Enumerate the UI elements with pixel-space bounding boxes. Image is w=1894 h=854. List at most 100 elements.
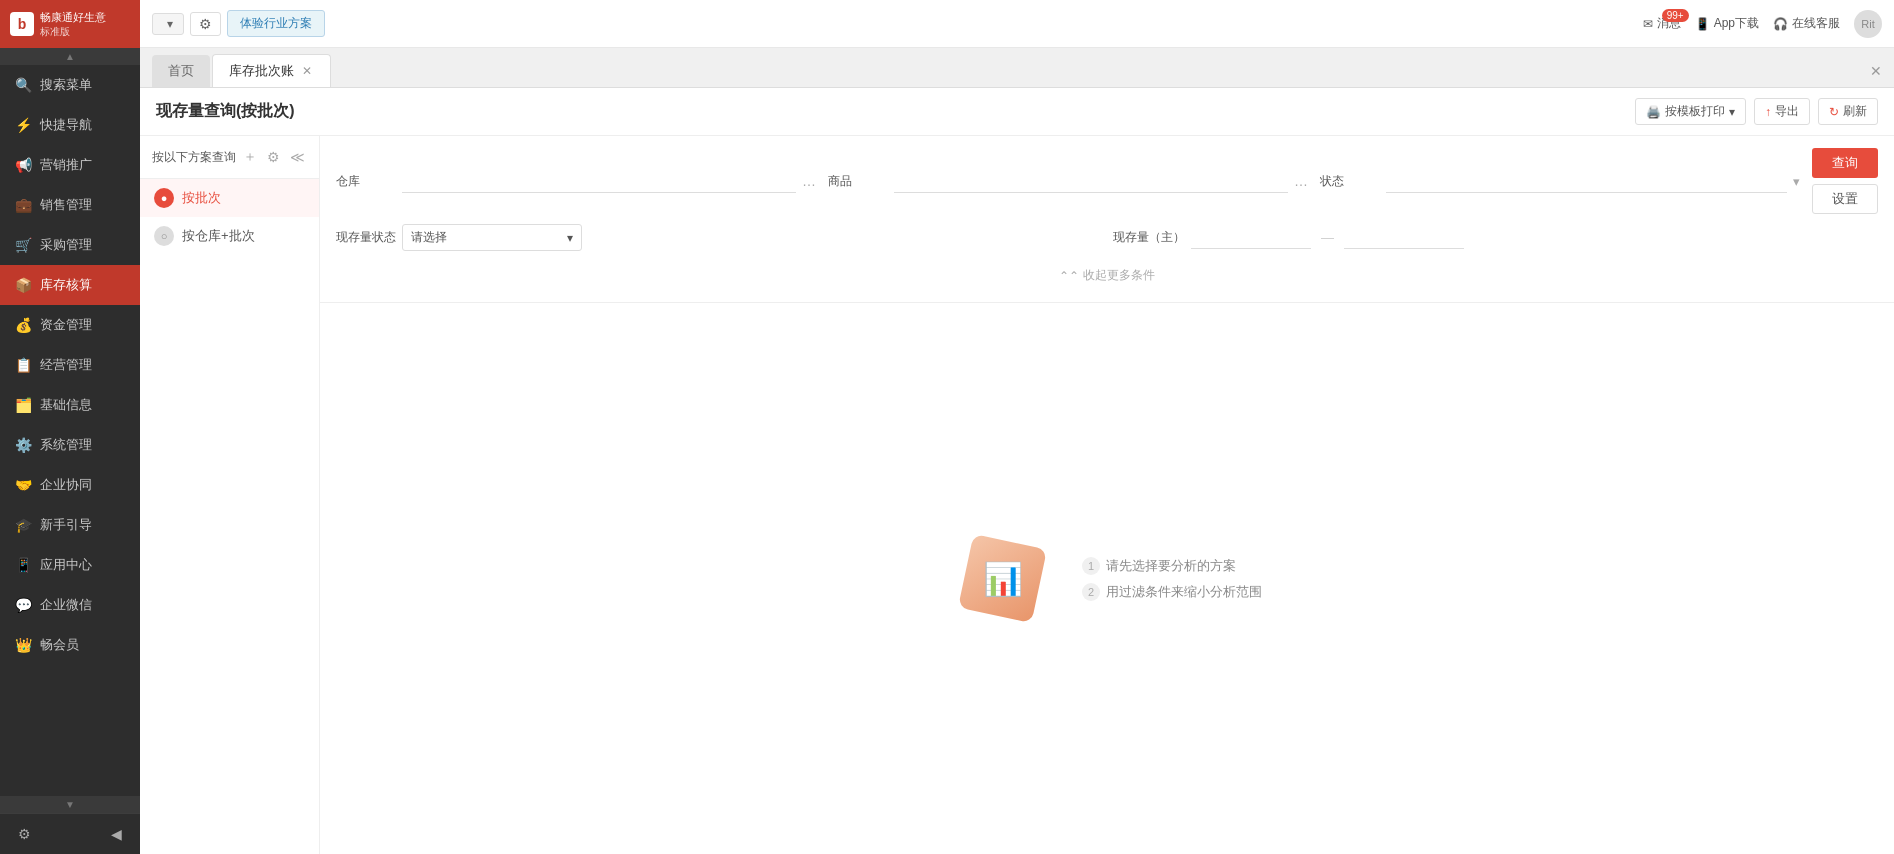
sidebar-item-newbie-label: 新手引导 — [40, 516, 92, 534]
filter-row-2: 现存量状态 请选择 ▾ 现存量（主） — — [336, 224, 1878, 251]
collapse-button[interactable]: ⌃⌃ 收起更多条件 — [1059, 261, 1155, 290]
sidebar-item-search-label: 搜索菜单 — [40, 76, 92, 94]
app-download-label: App下载 — [1714, 15, 1759, 32]
sidebar-settings-button[interactable]: ⚙ — [14, 822, 35, 846]
page-header: 现存量查询(按批次) 🖨️ 按模板打印 ▾ ↑ 导出 ↻ 刷新 — [140, 88, 1894, 136]
sidebar-item-purchase[interactable]: 🛒 采购管理 — [0, 225, 140, 265]
sidebar-item-member[interactable]: 👑 畅会员 — [0, 625, 140, 665]
inventory-icon: 📦 — [14, 276, 32, 294]
refresh-icon: ↻ — [1829, 105, 1839, 119]
product-input[interactable] — [894, 170, 1288, 193]
sidebar-scroll-down[interactable]: ▼ — [0, 796, 140, 813]
headset-icon: 🎧 — [1773, 17, 1788, 31]
app-download-button[interactable]: 📱 App下载 — [1695, 15, 1759, 32]
tabbar: 首页 库存批次账 ✕ ✕ — [140, 48, 1894, 88]
quick-nav-icon: ⚡ — [14, 116, 32, 134]
hint-item-2: 2 用过滤条件来缩小分析范围 — [1082, 583, 1262, 601]
app-logo: b — [10, 12, 34, 36]
add-scheme-button[interactable]: ＋ — [241, 146, 259, 168]
sidebar-header: b 畅康通好生意 标准版 — [0, 0, 140, 48]
sidebar-item-newbie[interactable]: 🎓 新手引导 — [0, 505, 140, 545]
empty-state-inner: 📊 1 请先选择要分析的方案 — [952, 529, 1262, 629]
warehouse-more-button[interactable]: … — [802, 173, 816, 189]
status-input[interactable] — [1386, 170, 1787, 193]
collapse-panel-button[interactable]: ≪ — [288, 147, 307, 167]
print-icon: 🖨️ — [1646, 105, 1661, 119]
scheme-warehouse-batch-label: 按仓库+批次 — [182, 227, 255, 245]
query-button[interactable]: 查询 — [1812, 148, 1878, 178]
tab-close-icon[interactable]: ✕ — [300, 64, 314, 78]
print-button[interactable]: 🖨️ 按模板打印 ▾ — [1635, 98, 1746, 125]
left-panel-header: 按以下方案查询 ＋ ⚙ ≪ — [140, 136, 319, 179]
sidebar-item-quick-nav[interactable]: ⚡ 快捷导航 — [0, 105, 140, 145]
scheme-item-batch[interactable]: ● 按批次 — [140, 179, 319, 217]
topbar-left: ▾ ⚙ 体验行业方案 — [152, 10, 1635, 37]
scheme-batch-icon: ● — [154, 188, 174, 208]
filter-group-inventory-status: 现存量状态 请选择 ▾ — [336, 224, 1101, 251]
sidebar-item-sales[interactable]: 💼 销售管理 — [0, 185, 140, 225]
tab-close-all-icon[interactable]: ✕ — [1870, 63, 1882, 79]
sidebar-collapse-button[interactable]: ◀ — [107, 822, 126, 846]
scheme-warehouse-batch-icon: ○ — [154, 226, 174, 246]
topbar-right: ✉ 消息 99+ 📱 App下载 🎧 在线客服 Rit — [1643, 10, 1882, 38]
sidebar-item-operations[interactable]: 📋 经营管理 — [0, 345, 140, 385]
page-title: 现存量查询(按批次) — [156, 101, 295, 122]
sidebar-scroll-up[interactable]: ▲ — [0, 48, 140, 65]
operations-icon: 📋 — [14, 356, 32, 374]
sidebar-item-inventory[interactable]: 📦 库存核算 — [0, 265, 140, 305]
sidebar-item-basics-label: 基础信息 — [40, 396, 92, 414]
hint-text-2: 用过滤条件来缩小分析范围 — [1106, 583, 1262, 601]
sidebar-item-search[interactable]: 🔍 搜索菜单 — [0, 65, 140, 105]
hint-text-1: 请先选择要分析的方案 — [1106, 557, 1236, 575]
messages-button[interactable]: ✉ 消息 99+ — [1643, 15, 1681, 32]
search-icon: 🔍 — [14, 76, 32, 94]
hint-num-1: 1 — [1082, 557, 1100, 575]
sidebar-item-wechat-label: 企业微信 — [40, 596, 92, 614]
scheme-item-warehouse-batch[interactable]: ○ 按仓库+批次 — [140, 217, 319, 255]
right-content: 仓库 … 商品 … 状态 — [320, 136, 1894, 854]
inventory-status-select[interactable]: 请选择 ▾ — [402, 224, 582, 251]
empty-hints: 1 请先选择要分析的方案 2 用过滤条件来缩小分析范围 — [1082, 557, 1262, 601]
finance-icon: 💰 — [14, 316, 32, 334]
tab-home[interactable]: 首页 — [152, 55, 210, 87]
inventory-qty-max-input[interactable] — [1344, 226, 1464, 249]
sidebar-item-purchase-label: 采购管理 — [40, 236, 92, 254]
topbar-breadcrumb: ▾ — [152, 13, 184, 35]
messages-badge: 99+ — [1662, 9, 1689, 22]
sales-icon: 💼 — [14, 196, 32, 214]
sidebar-item-apps[interactable]: 📱 应用中心 — [0, 545, 140, 585]
export-icon: ↑ — [1765, 105, 1771, 119]
left-panel: 按以下方案查询 ＋ ⚙ ≪ ● 按批次 ○ 按仓库+批次 — [140, 136, 320, 854]
sidebar: b 畅康通好生意 标准版 ▲ 🔍 搜索菜单 ⚡ 快捷导航 📢 营销推广 💼 销售… — [0, 0, 140, 854]
empty-state: 📊 1 请先选择要分析的方案 — [320, 303, 1894, 854]
settings-action-button[interactable]: 设置 — [1812, 184, 1878, 214]
main-content: ▾ ⚙ 体验行业方案 ✉ 消息 99+ 📱 App下载 🎧 在线客服 Rit — [140, 0, 1894, 854]
inventory-qty-label: 现存量（主） — [1113, 229, 1185, 246]
sidebar-item-enterprise[interactable]: 🤝 企业协同 — [0, 465, 140, 505]
sidebar-item-operations-label: 经营管理 — [40, 356, 92, 374]
topbar-settings-button[interactable]: ⚙ — [190, 12, 221, 36]
chevron-down-icon: ▾ — [1793, 174, 1800, 189]
tab-inventory-batch-label: 库存批次账 — [229, 62, 294, 80]
sidebar-nav: 🔍 搜索菜单 ⚡ 快捷导航 📢 营销推广 💼 销售管理 🛒 采购管理 📦 库存核… — [0, 65, 140, 796]
sidebar-item-wechat[interactable]: 💬 企业微信 — [0, 585, 140, 625]
inventory-qty-min-input[interactable] — [1191, 226, 1311, 249]
sidebar-item-finance-label: 资金管理 — [40, 316, 92, 334]
tab-inventory-batch[interactable]: 库存批次账 ✕ — [212, 54, 331, 87]
online-service-button[interactable]: 🎧 在线客服 — [1773, 15, 1840, 32]
sidebar-item-system[interactable]: ⚙️ 系统管理 — [0, 425, 140, 465]
sidebar-item-finance[interactable]: 💰 资金管理 — [0, 305, 140, 345]
sidebar-item-member-label: 畅会员 — [40, 636, 79, 654]
basics-icon: 🗂️ — [14, 396, 32, 414]
export-button[interactable]: ↑ 导出 — [1754, 98, 1810, 125]
trial-button[interactable]: 体验行业方案 — [227, 10, 325, 37]
product-more-button[interactable]: … — [1294, 173, 1308, 189]
refresh-button[interactable]: ↻ 刷新 — [1818, 98, 1878, 125]
sidebar-item-basics[interactable]: 🗂️ 基础信息 — [0, 385, 140, 425]
user-menu[interactable]: Rit — [1854, 10, 1882, 38]
scheme-settings-button[interactable]: ⚙ — [265, 147, 282, 167]
filter-collapse-row: ⌃⌃ 收起更多条件 — [336, 261, 1878, 290]
warehouse-input[interactable] — [402, 170, 796, 193]
sidebar-item-marketing[interactable]: 📢 营销推广 — [0, 145, 140, 185]
empty-icon: 📊 — [952, 529, 1052, 629]
